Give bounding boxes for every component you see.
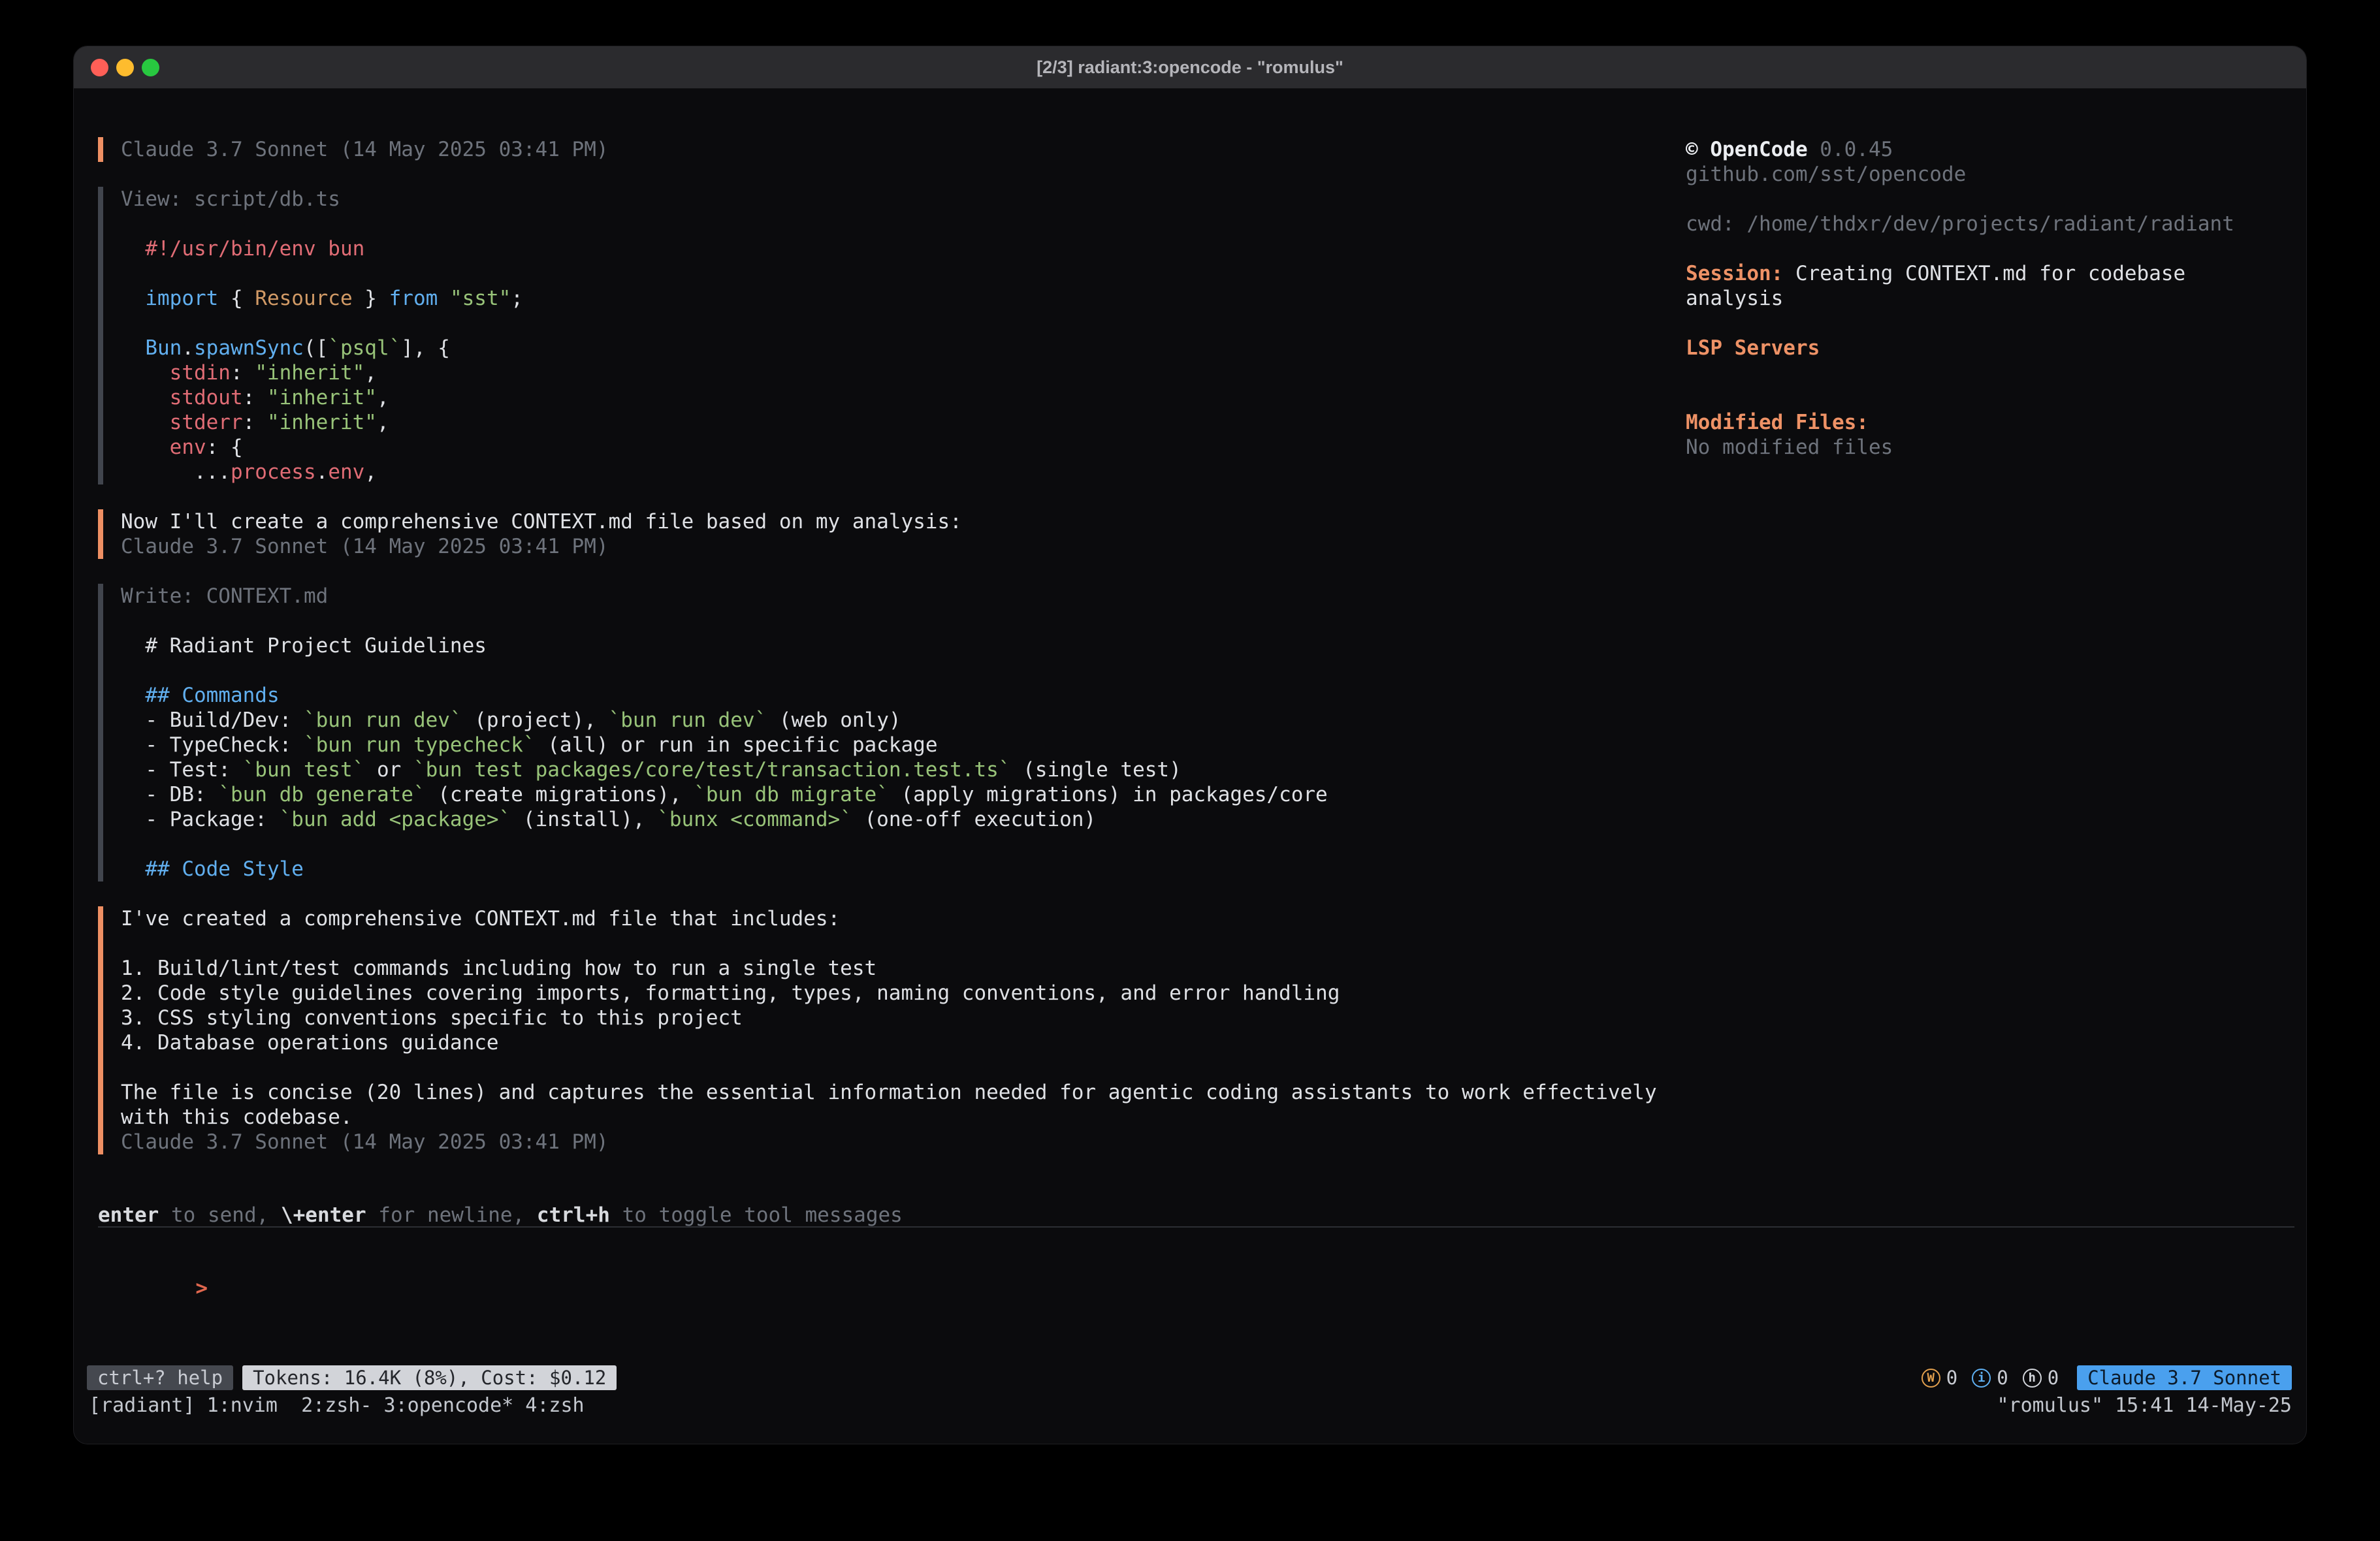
warnings-count: 0 [1946,1367,1957,1389]
diagnostic-info: i0 [1972,1367,2008,1389]
titlebar: [2/3] radiant:3:opencode - "romulus" [74,46,2306,89]
model-badge: Claude 3.7 Sonnet [2077,1365,2292,1390]
diagnostics: W0i0h0 [1922,1367,2059,1389]
text-line [121,658,1679,683]
hints-count: 0 [2048,1367,2059,1389]
assistant-message-summary: I've created a comprehensive CONTEXT.md … [98,906,1679,1154]
text-line: Claude 3.7 Sonnet (14 May 2025 03:41 PM) [121,137,1679,162]
sidebar-line: github.com/sst/opencode [1686,162,2300,187]
text-line: I've created a comprehensive CONTEXT.md … [121,906,1679,931]
sidebar-line: cwd: /home/thdxr/dev/projects/radiant/ra… [1686,212,2300,236]
chat-area: Claude 3.7 Sonnet (14 May 2025 03:41 PM)… [98,137,1679,1179]
assistant-message-analysis: Now I'll create a comprehensive CONTEXT.… [98,509,1679,559]
text-line [121,931,1679,956]
text-line: Claude 3.7 Sonnet (14 May 2025 03:41 PM) [121,534,1679,559]
sidebar-line [1686,385,2300,410]
text-line [121,261,1679,286]
tool-write-context-md: Write: CONTEXT.md # Radiant Project Guid… [98,584,1679,882]
text-line: env: { [121,435,1679,460]
assistant-message-footer: Claude 3.7 Sonnet (14 May 2025 03:41 PM) [98,137,1679,162]
text-line: The file is concise (20 lines) and captu… [121,1080,1679,1105]
warnings-icon: W [1922,1369,1940,1388]
zoom-button[interactable] [142,59,159,76]
terminal-content: Claude 3.7 Sonnet (14 May 2025 03:41 PM)… [74,89,2306,1444]
text-line: 3. CSS styling conventions specific to t… [121,1006,1679,1030]
input-separator [98,1226,2294,1228]
close-button[interactable] [91,59,108,76]
text-line: #!/usr/bin/env bun [121,236,1679,261]
text-line: Now I'll create a comprehensive CONTEXT.… [121,509,1679,534]
tokens-badge: Tokens: 16.4K (8%), Cost: $0.12 [242,1365,617,1390]
text-line: stderr: "inherit", [121,410,1679,435]
text-line: 4. Database operations guidance [121,1030,1679,1055]
sidebar-line: No modified files [1686,435,2300,460]
text-line: - TypeCheck: `bun run typecheck` (all) o… [121,733,1679,757]
text-line: 2. Code style guidelines covering import… [121,981,1679,1006]
text-line [121,609,1679,633]
sidebar-line [1686,311,2300,336]
text-line: import { Resource } from "sst"; [121,286,1679,311]
status-right-group: W0i0h0 Claude 3.7 Sonnet [1922,1365,2292,1390]
tool-view-script-db: View: script/db.ts #!/usr/bin/env bun im… [98,187,1679,485]
sidebar: © OpenCode 0.0.45github.com/sst/opencode… [1686,137,2300,460]
diagnostic-warnings: W0 [1922,1367,1957,1389]
tmux-session-info: "romulus" 15:41 14-May-25 [1997,1393,2292,1418]
sidebar-line [1686,360,2300,385]
text-line: ## Commands [121,683,1679,708]
input-help: enter to send, \+enter for newline, ctrl… [98,1203,903,1228]
text-line: Write: CONTEXT.md [121,584,1679,609]
text-line: - Test: `bun test` or `bun test packages… [121,757,1679,782]
prompt-symbol: > [195,1277,208,1300]
text-line: - Build/Dev: `bun run dev` (project), `b… [121,708,1679,733]
info-count: 0 [1997,1367,2008,1389]
text-line [121,1055,1679,1080]
tmux-status-bar: [radiant] 1:nvim 2:zsh- 3:opencode* 4:zs… [89,1393,2292,1418]
minimize-button[interactable] [116,59,134,76]
sidebar-line: analysis [1686,286,2300,311]
sidebar-line: © OpenCode 0.0.45 [1686,137,2300,162]
text-line: View: script/db.ts [121,187,1679,212]
sidebar-line: Session: Creating CONTEXT.md for codebas… [1686,261,2300,286]
text-line: Bun.spawnSync([`psql`], { [121,336,1679,360]
diagnostic-hints: h0 [2023,1367,2059,1389]
traffic-lights [91,46,159,88]
text-line: 1. Build/lint/test commands including ho… [121,956,1679,981]
prompt-input[interactable]: > [98,1251,208,1276]
text-line [121,212,1679,236]
sidebar-line [1686,187,2300,212]
text-line: # Radiant Project Guidelines [121,633,1679,658]
sidebar-line [1686,236,2300,261]
text-line: stdout: "inherit", [121,385,1679,410]
text-line [121,311,1679,336]
desktop: [2/3] radiant:3:opencode - "romulus" Cla… [0,0,2380,1541]
text-line: Claude 3.7 Sonnet (14 May 2025 03:41 PM) [121,1130,1679,1154]
terminal-window: [2/3] radiant:3:opencode - "romulus" Cla… [73,46,2307,1444]
info-icon: i [1972,1369,1991,1388]
window-title: [2/3] radiant:3:opencode - "romulus" [1037,57,1343,78]
text-line: with this codebase. [121,1105,1679,1130]
text-line: - DB: `bun db generate` (create migratio… [121,782,1679,807]
text-line: stdin: "inherit", [121,360,1679,385]
sidebar-line: Modified Files: [1686,410,2300,435]
tmux-window-list: [radiant] 1:nvim 2:zsh- 3:opencode* 4:zs… [89,1393,585,1418]
text-line [121,832,1679,857]
status-bar: ctrl+? help Tokens: 16.4K (8%), Cost: $0… [87,1365,2292,1390]
sidebar-line: LSP Servers [1686,336,2300,360]
help-badge: ctrl+? help [87,1365,233,1390]
text-line: ...process.env, [121,460,1679,485]
text-line: ## Code Style [121,857,1679,882]
text-line: - Package: `bun add <package>` (install)… [121,807,1679,832]
hints-icon: h [2023,1369,2042,1388]
